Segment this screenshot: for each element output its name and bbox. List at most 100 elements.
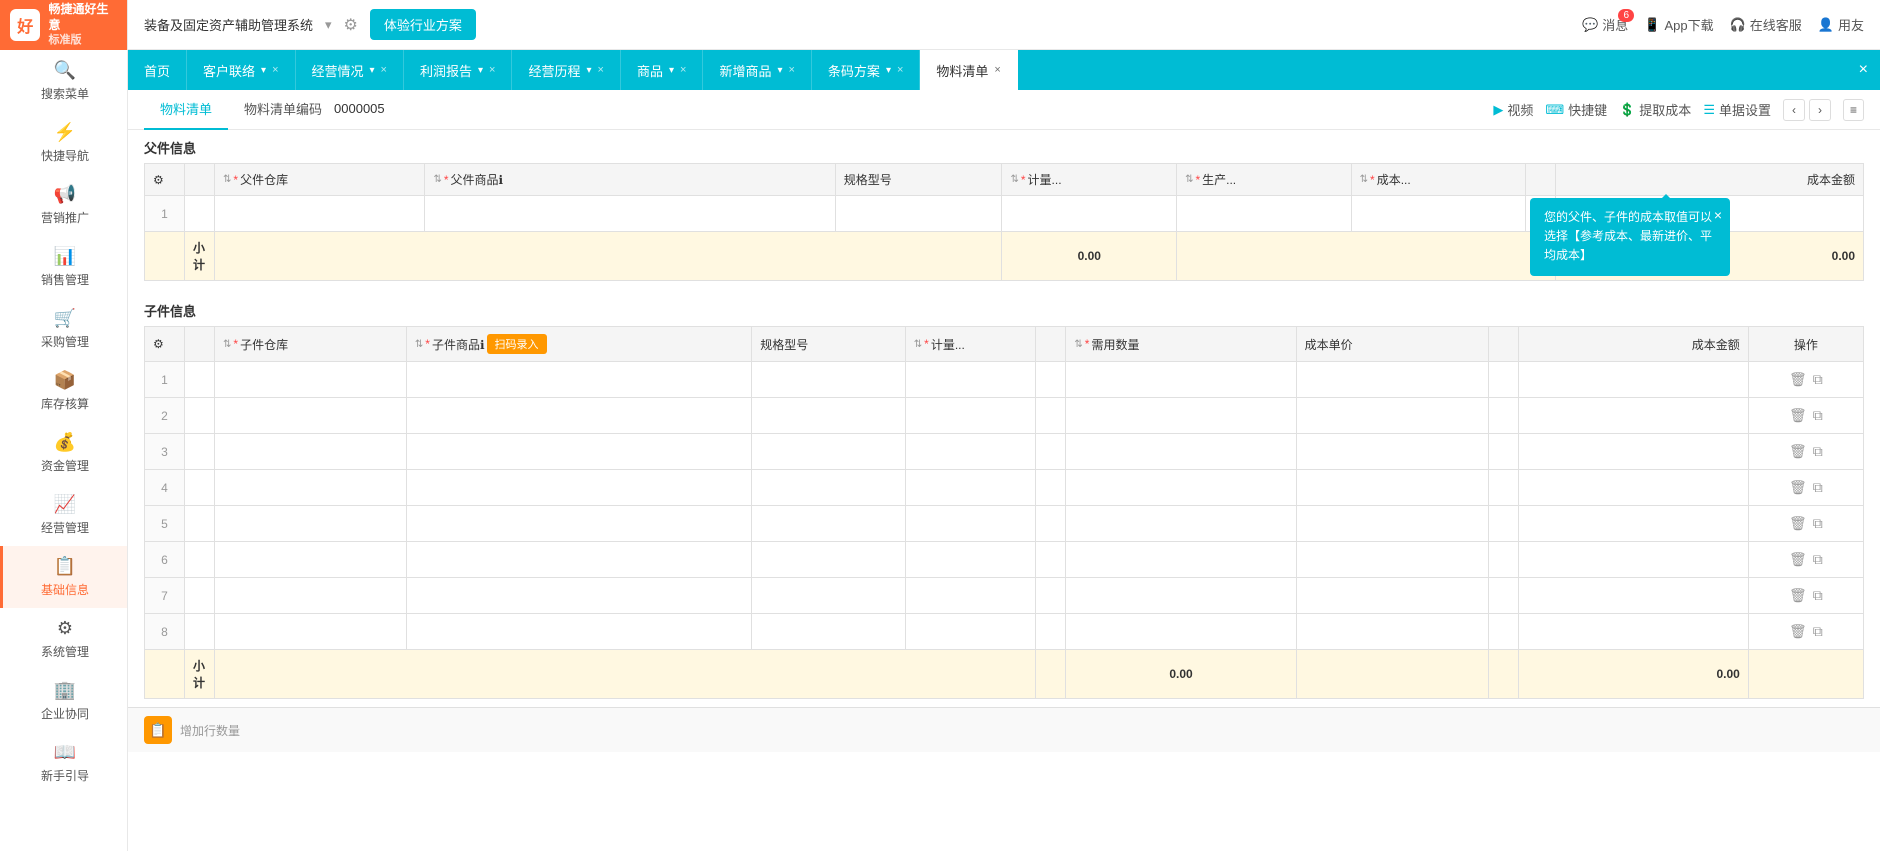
child-cell-unit-cost[interactable] [1296,614,1488,650]
gear-icon[interactable]: ⚙ [344,15,358,35]
sidebar-item-finance[interactable]: 💰 资金管理 [0,422,127,484]
child-cell-unit[interactable] [905,434,1036,470]
tooltip-close-button[interactable]: × [1714,204,1722,226]
extract-cost-action[interactable]: 💲 提取成本 [1619,100,1691,119]
tab-close-icon[interactable]: × [680,64,686,76]
sub-tab-bill-list[interactable]: 物料清单 [144,90,228,130]
child-cell-spec[interactable] [752,614,906,650]
child-cell-warehouse[interactable] [215,614,407,650]
copy-icon[interactable]: ⧉ [1813,371,1823,388]
child-cell-quantity[interactable] [1066,542,1296,578]
child-cell-amount[interactable] [1518,362,1748,398]
child-cell-product[interactable] [406,506,751,542]
copy-icon[interactable]: ⧉ [1813,587,1823,604]
parent-cell-production[interactable] [1177,196,1352,232]
tab-close-icon[interactable]: × [897,64,903,76]
tab-close-icon[interactable]: × [598,64,604,76]
child-cell-quantity[interactable] [1066,434,1296,470]
parent-cell-cost[interactable] [1351,196,1526,232]
child-cell-unit-cost[interactable] [1296,434,1488,470]
user-button[interactable]: 👤 用友 [1818,15,1864,34]
parent-col-settings[interactable]: ⚙ [145,164,185,196]
delete-icon[interactable]: 🗑 [1789,371,1807,388]
child-cell-quantity[interactable] [1066,578,1296,614]
experience-button[interactable]: 体验行业方案 [370,9,476,40]
copy-icon[interactable]: ⧉ [1813,551,1823,568]
shortcut-action[interactable]: ⌨ 快捷键 [1545,100,1607,119]
parent-cell-spec[interactable] [835,196,1002,232]
tab-close-icon[interactable]: × [489,64,495,76]
child-cell-product[interactable] [406,542,751,578]
child-cell-product[interactable] [406,470,751,506]
child-cell-unit[interactable] [905,614,1036,650]
delete-icon[interactable]: 🗑 [1789,515,1807,532]
child-cell-spec[interactable] [752,362,906,398]
child-cell-warehouse[interactable] [215,578,407,614]
sidebar-item-inventory[interactable]: 📦 库存核算 [0,360,127,422]
child-cell-spec[interactable] [752,542,906,578]
child-cell-product[interactable] [406,434,751,470]
sidebar-item-system[interactable]: ⚙ 系统管理 [0,608,127,670]
child-cell-warehouse[interactable] [215,506,407,542]
child-cell-quantity[interactable] [1066,398,1296,434]
sidebar-item-guide[interactable]: 📖 新手引导 [0,732,127,794]
child-cell-unit[interactable] [905,506,1036,542]
child-cell-unit-cost[interactable] [1296,542,1488,578]
child-cell-product[interactable] [406,398,751,434]
nav-tab-首页[interactable]: 首页 [128,50,187,90]
parent-cell-unit[interactable] [1002,196,1177,232]
child-cell-spec[interactable] [752,470,906,506]
next-arrow[interactable]: › [1809,99,1831,121]
child-cell-product[interactable] [406,614,751,650]
copy-icon[interactable]: ⧉ [1813,443,1823,460]
child-cell-unit[interactable] [905,542,1036,578]
tab-close-icon[interactable]: × [994,64,1000,76]
view-action[interactable]: ▶ 视频 [1493,100,1533,119]
child-cell-amount[interactable] [1518,506,1748,542]
child-cell-warehouse[interactable] [215,542,407,578]
nav-tab-利润报告[interactable]: 利润报告▾× [404,50,512,90]
nav-tab-物料清单[interactable]: 物料清单× [920,50,1017,90]
scan-input-button[interactable]: 扫码录入 [487,334,547,354]
delete-icon[interactable]: 🗑 [1789,551,1807,568]
child-cell-amount[interactable] [1518,542,1748,578]
sidebar-item-basic-info[interactable]: 📋 基础信息 [0,546,127,608]
child-cell-quantity[interactable] [1066,614,1296,650]
sidebar-item-enterprise[interactable]: 🏢 企业协同 [0,670,127,732]
child-cell-amount[interactable] [1518,470,1748,506]
delete-icon[interactable]: 🗑 [1789,587,1807,604]
child-cell-quantity[interactable] [1066,506,1296,542]
copy-icon[interactable]: ⧉ [1813,407,1823,424]
child-cell-product[interactable] [406,362,751,398]
copy-icon[interactable]: ⧉ [1813,479,1823,496]
nav-tab-经营历程[interactable]: 经营历程▾× [512,50,620,90]
nav-tab-客户联络[interactable]: 客户联络▾× [187,50,295,90]
child-col-settings[interactable]: ⚙ [145,327,185,362]
child-cell-quantity[interactable] [1066,470,1296,506]
child-cell-warehouse[interactable] [215,362,407,398]
sidebar-item-quick-nav[interactable]: ⚡ 快捷导航 [0,112,127,174]
child-cell-unit[interactable] [905,398,1036,434]
delete-icon[interactable]: 🗑 [1789,407,1807,424]
online-service-button[interactable]: 🎧 在线客服 [1730,15,1802,34]
single-settings-action[interactable]: ☰ 单据设置 [1703,100,1771,119]
child-cell-amount[interactable] [1518,434,1748,470]
child-cell-warehouse[interactable] [215,434,407,470]
sidebar-item-search[interactable]: 🔍 搜索菜单 [0,50,127,112]
child-cell-unit-cost[interactable] [1296,506,1488,542]
dropdown-icon[interactable]: ▾ [325,17,332,33]
child-cell-unit-cost[interactable] [1296,362,1488,398]
parent-cell-product[interactable] [425,196,835,232]
tab-close-icon[interactable]: × [788,64,794,76]
menu-icon[interactable]: ≡ [1843,99,1864,121]
app-download-button[interactable]: 📱 App下载 [1644,15,1713,34]
nav-tab-条码方案[interactable]: 条码方案▾× [812,50,920,90]
child-cell-product[interactable] [406,578,751,614]
child-cell-unit[interactable] [905,362,1036,398]
child-cell-unit-cost[interactable] [1296,398,1488,434]
nav-tab-新增商品[interactable]: 新增商品▾× [703,50,811,90]
child-cell-unit-cost[interactable] [1296,578,1488,614]
delete-icon[interactable]: 🗑 [1789,623,1807,640]
child-cell-unit-cost[interactable] [1296,470,1488,506]
nav-tab-商品[interactable]: 商品▾× [621,50,703,90]
